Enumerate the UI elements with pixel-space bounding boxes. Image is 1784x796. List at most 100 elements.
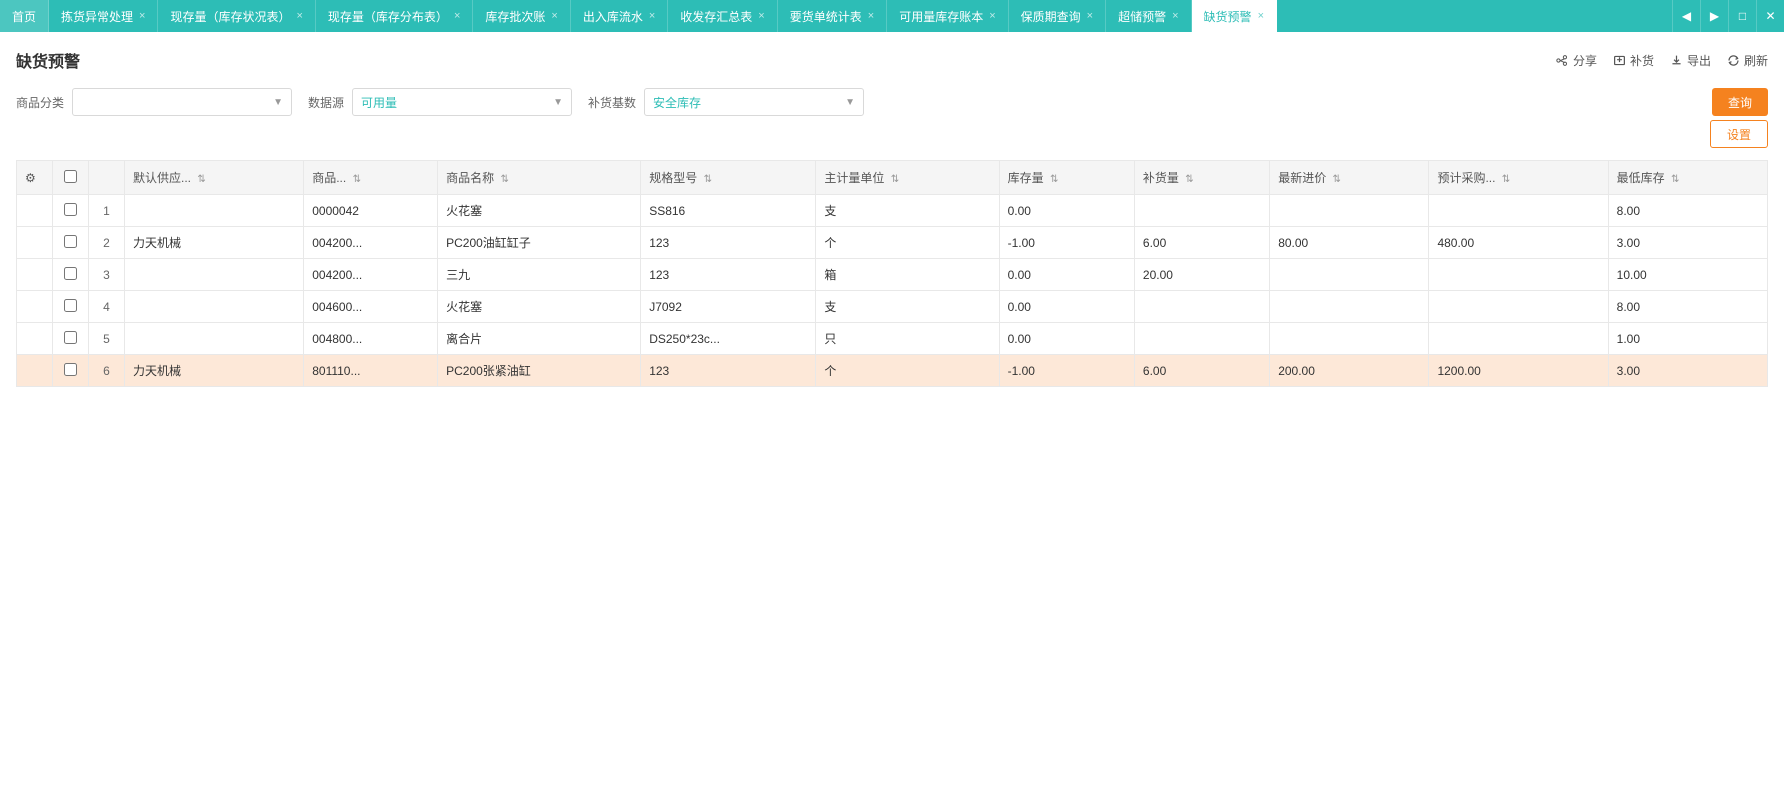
row-estimated-5: 1200.00	[1429, 355, 1608, 387]
row-index-4: 5	[89, 323, 125, 355]
header-checkbox[interactable]	[64, 170, 77, 183]
row-min-stock-3: 8.00	[1608, 291, 1767, 323]
filter-datasource-group: 数据源 可用量 ▼	[308, 88, 572, 116]
export-button[interactable]: 导出	[1670, 52, 1711, 69]
tab-demand-stats[interactable]: 要货单统计表 ×	[778, 0, 887, 32]
page-header: 缺货预警 分享 补货 导出	[16, 48, 1768, 72]
th-index	[89, 161, 125, 195]
datasource-label: 数据源	[308, 94, 344, 111]
tab-shortage-close[interactable]: ×	[1258, 10, 1264, 22]
row-checkbox-1[interactable]	[64, 235, 77, 248]
th-replenish-qty: 补货量 ⇅	[1134, 161, 1269, 195]
tab-home[interactable]: 首页	[0, 0, 49, 32]
tab-batch-account-close[interactable]: ×	[551, 10, 557, 22]
tab-expiry-query[interactable]: 保质期查询 ×	[1009, 0, 1106, 32]
refresh-button[interactable]: 刷新	[1727, 52, 1768, 69]
tab-available-ledger-close[interactable]: ×	[989, 10, 995, 22]
tab-inout-flow-close[interactable]: ×	[649, 10, 655, 22]
tab-inventory-dist[interactable]: 现存量（库存分布表） ×	[316, 0, 473, 32]
share-button[interactable]: 分享	[1556, 52, 1597, 69]
tab-recv-summary-close[interactable]: ×	[758, 10, 764, 22]
data-table: ⚙ 默认供应... ⇅ 商品... ⇅ 商品名称 ⇅	[16, 160, 1768, 387]
tab-restore[interactable]: □	[1728, 0, 1756, 32]
sort-icon-name[interactable]: ⇅	[500, 174, 508, 185]
row-checkbox-2[interactable]	[64, 267, 77, 280]
query-button[interactable]: 查询	[1712, 88, 1768, 116]
tab-exception-close[interactable]: ×	[139, 10, 145, 22]
tab-shortage[interactable]: 缺货预警 ×	[1192, 0, 1277, 32]
th-spec: 规格型号 ⇅	[641, 161, 816, 195]
replenish-base-select[interactable]: 安全库存 ▼	[644, 88, 864, 116]
tab-exception[interactable]: 拣货异常处理 ×	[49, 0, 158, 32]
row-replenish-qty-4	[1134, 323, 1269, 355]
filter-replenish-base-group: 补货基数 安全库存 ▼	[588, 88, 864, 116]
tab-inventory-status-close[interactable]: ×	[296, 10, 302, 22]
row-code-5: 801110...	[304, 355, 438, 387]
category-dropdown-icon: ▼	[273, 97, 283, 108]
th-checkbox	[53, 161, 89, 195]
row-checkbox-cell-2	[53, 259, 89, 291]
row-checkbox-3[interactable]	[64, 299, 77, 312]
row-spec-5: 123	[641, 355, 816, 387]
gear-icon[interactable]: ⚙	[25, 171, 36, 185]
filter-area: 商品分类 ▼ 数据源 可用量 ▼ 补货基数 安全库存 ▼	[16, 88, 1768, 148]
sort-icon-code[interactable]: ⇅	[353, 174, 361, 185]
table-row: 3 004200... 三九 123 箱 0.00 20.00 10.00	[17, 259, 1768, 291]
tab-scroll-right[interactable]: ▶	[1700, 0, 1728, 32]
row-code-2: 004200...	[304, 259, 438, 291]
row-supplier-0	[125, 195, 304, 227]
tab-nav-buttons: ◀ ▶ □ ✕	[1672, 0, 1784, 32]
tab-inout-flow[interactable]: 出入库流水 ×	[571, 0, 668, 32]
settings-button[interactable]: 设置	[1710, 120, 1768, 148]
sort-icon-replenish[interactable]: ⇅	[1185, 174, 1193, 185]
sort-icon-estimated[interactable]: ⇅	[1502, 174, 1510, 185]
row-unit-1: 个	[816, 227, 999, 259]
sort-icon-supplier[interactable]: ⇅	[197, 174, 205, 185]
tab-inventory-status[interactable]: 现存量（库存状况表） ×	[158, 0, 315, 32]
row-unit-4: 只	[816, 323, 999, 355]
row-code-1: 004200...	[304, 227, 438, 259]
th-product-name: 商品名称 ⇅	[438, 161, 641, 195]
tab-bar: 首页 拣货异常处理 × 现存量（库存状况表） × 现存量（库存分布表） × 库存…	[0, 0, 1784, 32]
replenish-icon	[1613, 54, 1626, 67]
tab-overstock-close[interactable]: ×	[1172, 10, 1178, 22]
tab-overstock[interactable]: 超储预警 ×	[1106, 0, 1191, 32]
sort-icon-min-stock[interactable]: ⇅	[1671, 174, 1679, 185]
row-spec-1: 123	[641, 227, 816, 259]
tab-close-all[interactable]: ✕	[1756, 0, 1784, 32]
table-row: 4 004600... 火花塞 J7092 支 0.00 8.00	[17, 291, 1768, 323]
row-checkbox-5[interactable]	[64, 363, 77, 376]
sort-icon-price[interactable]: ⇅	[1333, 174, 1341, 185]
th-estimated-purchase: 预计采购... ⇅	[1429, 161, 1608, 195]
category-label: 商品分类	[16, 94, 64, 111]
row-checkbox-cell-5	[53, 355, 89, 387]
row-supplier-2	[125, 259, 304, 291]
tab-recv-summary[interactable]: 收发存汇总表 ×	[668, 0, 777, 32]
tab-batch-account[interactable]: 库存批次账 ×	[473, 0, 570, 32]
row-supplier-5: 力天机械	[125, 355, 304, 387]
sort-icon-unit[interactable]: ⇅	[891, 174, 899, 185]
row-checkbox-0[interactable]	[64, 203, 77, 216]
row-name-2: 三九	[438, 259, 641, 291]
row-spec-0: SS816	[641, 195, 816, 227]
tab-available-ledger[interactable]: 可用量库存账本 ×	[887, 0, 1008, 32]
filter-row: 商品分类 ▼ 数据源 可用量 ▼ 补货基数 安全库存 ▼	[16, 88, 1710, 116]
row-index-1: 2	[89, 227, 125, 259]
datasource-select[interactable]: 可用量 ▼	[352, 88, 572, 116]
tab-demand-stats-close[interactable]: ×	[868, 10, 874, 22]
row-checkbox-4[interactable]	[64, 331, 77, 344]
tab-inventory-dist-close[interactable]: ×	[454, 10, 460, 22]
share-icon	[1556, 54, 1569, 67]
tab-expiry-query-close[interactable]: ×	[1087, 10, 1093, 22]
sort-icon-stock[interactable]: ⇅	[1050, 174, 1058, 185]
row-supplier-4	[125, 323, 304, 355]
row-name-3: 火花塞	[438, 291, 641, 323]
row-latest-price-5: 200.00	[1270, 355, 1429, 387]
row-replenish-qty-1: 6.00	[1134, 227, 1269, 259]
sort-icon-spec[interactable]: ⇅	[704, 174, 712, 185]
row-replenish-qty-5: 6.00	[1134, 355, 1269, 387]
category-select[interactable]: ▼	[72, 88, 292, 116]
row-settings-1	[17, 227, 53, 259]
replenish-button[interactable]: 补货	[1613, 52, 1654, 69]
tab-scroll-left[interactable]: ◀	[1672, 0, 1700, 32]
